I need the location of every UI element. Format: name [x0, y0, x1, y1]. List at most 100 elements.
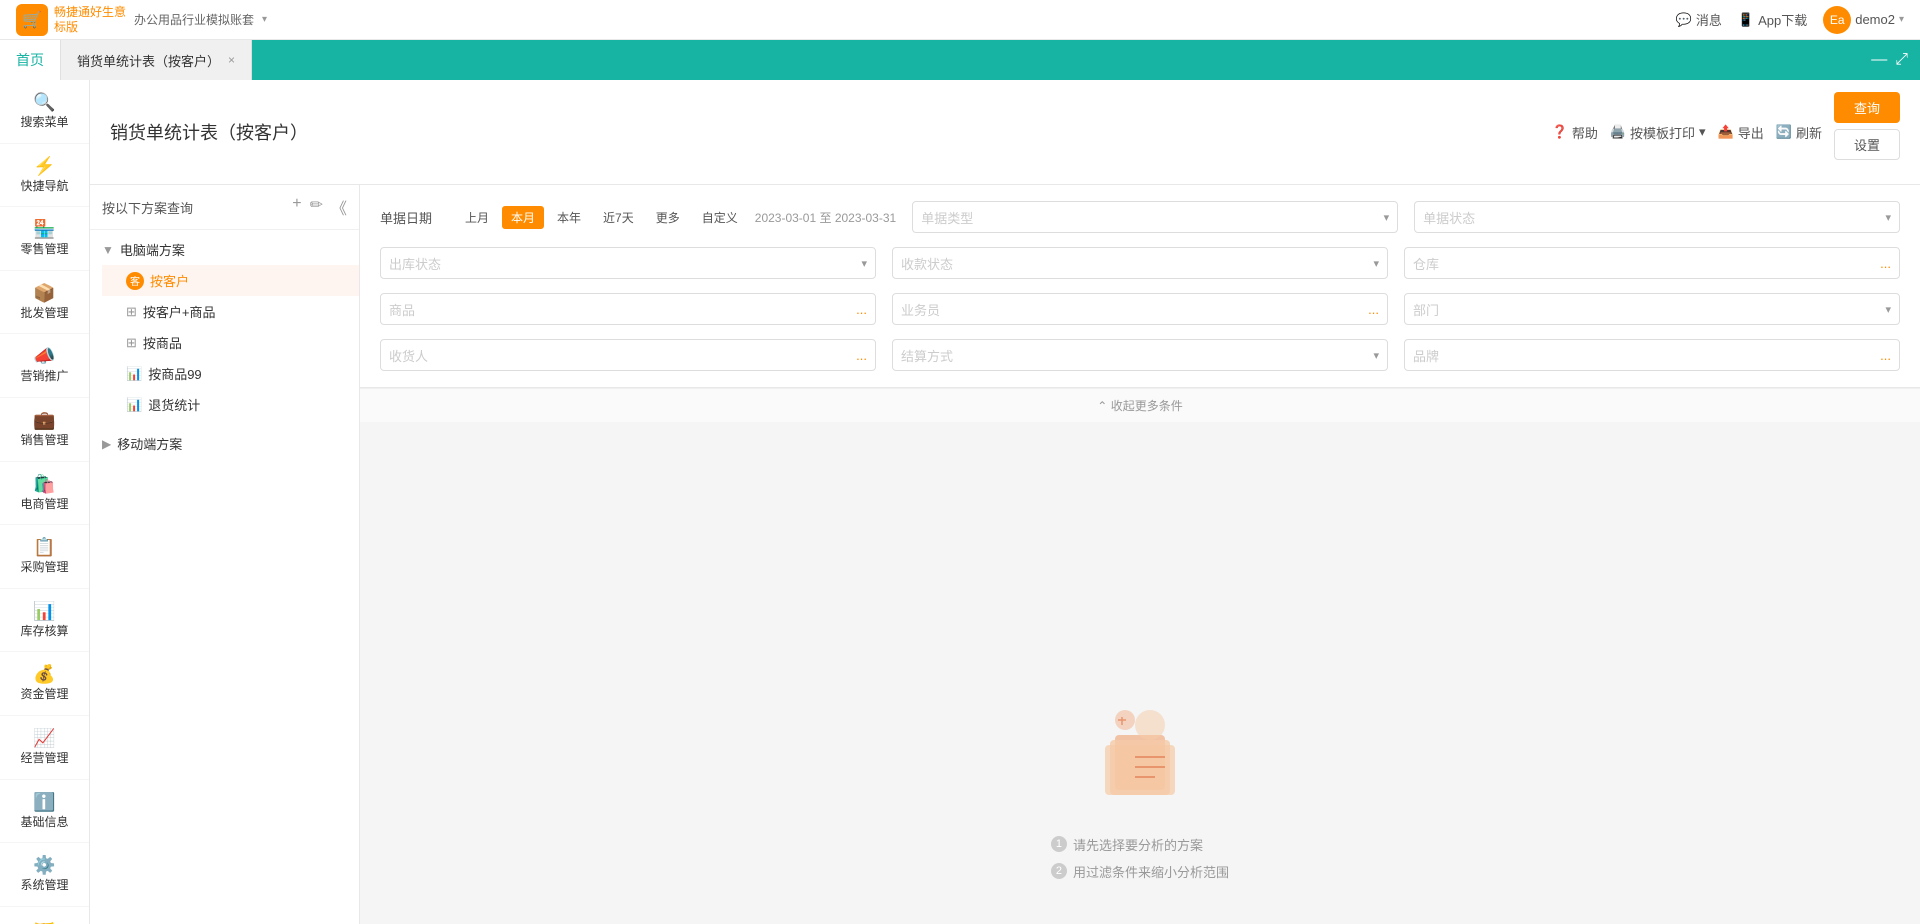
date-btn-last-month[interactable]: 上月 [456, 206, 498, 229]
doc-type-arrow: ▾ [1384, 211, 1390, 224]
content-area: 销货单统计表（按客户） ❓ 帮助 🖨️ 按模板打印 ▾ 📤 导出 🔄 刷新 [90, 80, 1920, 924]
filter-row-2: 出库状态 ▾ 收款状态 ▾ 仓库 ... [380, 247, 1900, 279]
message-btn[interactable]: 💬 消息 [1676, 10, 1722, 29]
dept-select[interactable]: 部门 ▾ [1404, 293, 1900, 325]
left-panel-collapse-btn[interactable]: 《 [331, 195, 347, 219]
sidebar-item-quick-nav[interactable]: ⚡ 快捷导航 [0, 144, 89, 208]
export-btn[interactable]: 📤 导出 [1718, 123, 1764, 142]
left-panel-header: 按以下方案查询 + ✏ 《 [90, 185, 359, 230]
operations-icon: 📈 [33, 728, 55, 749]
tree-item-label-product99: 按商品99 [148, 364, 201, 383]
ecommerce-icon: 🛍️ [33, 474, 55, 495]
date-btn-more[interactable]: 更多 [647, 206, 689, 229]
warehouse-ellipsis: ... [1880, 256, 1891, 271]
tab-active[interactable]: 销货单统计表（按客户） × [61, 40, 252, 80]
tree-parent-mobile[interactable]: ▶ 移动端方案 [90, 428, 359, 459]
settings-button[interactable]: 设置 [1834, 129, 1900, 160]
query-button[interactable]: 查询 [1834, 92, 1900, 123]
industry-dropdown-arrow[interactable]: ▾ [262, 14, 267, 25]
right-content: 单据日期 上月 本月 本年 近7天 更多 自定义 2023-03-01 至 20… [360, 185, 1920, 924]
consignee-ellipsis: ... [856, 348, 867, 363]
page-header: 销货单统计表（按客户） ❓ 帮助 🖨️ 按模板打印 ▾ 📤 导出 🔄 刷新 [90, 80, 1920, 185]
doc-status-select[interactable]: 单据状态 ▾ [1414, 201, 1900, 233]
user-avatar-btn[interactable]: Ea demo2 ▾ [1823, 6, 1904, 34]
tree-item-icon-grid2: ⊞ [126, 335, 137, 351]
mobile-section: ▶ 移动端方案 [90, 424, 359, 463]
receipt-status-label-text: 收款状态 [901, 254, 953, 273]
tree-item-return-stats[interactable]: 📊 退货统计 [102, 389, 359, 420]
finance-icon: 💰 [33, 664, 55, 685]
sidebar-item-sales[interactable]: 💼 销售管理 [0, 398, 89, 462]
doc-status-arrow: ▾ [1885, 211, 1891, 224]
tree-item-icon-bar1: 📊 [126, 366, 142, 382]
sidebar-item-system[interactable]: ⚙️ 系统管理 [0, 843, 89, 907]
brand-label-text: 品牌 [1413, 346, 1439, 365]
receipt-status-select[interactable]: 收款状态 ▾ [892, 247, 1388, 279]
tree-children-pc: 客 按客户 ⊞ 按客户+商品 ⊞ 按商品 📊 [90, 265, 359, 420]
empty-state: 1 请先选择要分析的方案 2 用过滤条件来缩小分析范围 [360, 422, 1920, 924]
sidebar-item-marketing[interactable]: 📣 营销推广 [0, 334, 89, 398]
sidebar-item-retail[interactable]: 🏪 零售管理 [0, 207, 89, 271]
sidebar-item-wholesale[interactable]: 📦 批发管理 [0, 271, 89, 335]
dept-arrow: ▾ [1885, 303, 1891, 316]
collapse-bar[interactable]: ⌃ 收起更多条件 [360, 388, 1920, 422]
date-btn-custom[interactable]: 自定义 [693, 206, 747, 229]
left-panel-icons: + ✏ 《 [292, 195, 347, 219]
tree-item-by-customer-product[interactable]: ⊞ 按客户+商品 [102, 296, 359, 327]
wholesale-icon: 📦 [33, 283, 55, 304]
app-download-btn[interactable]: 📱 App下载 [1738, 10, 1807, 29]
collapse-icon: ⌃ [1097, 399, 1110, 413]
page-actions: ❓ 帮助 🖨️ 按模板打印 ▾ 📤 导出 🔄 刷新 查询 [1552, 92, 1900, 184]
tab-home[interactable]: 首页 [0, 40, 61, 80]
sidebar-item-finance[interactable]: 💰 资金管理 [0, 652, 89, 716]
settle-method-select[interactable]: 结算方式 ▾ [892, 339, 1388, 371]
consignee-select[interactable]: 收货人 ... [380, 339, 876, 371]
tree-item-by-product99[interactable]: 📊 按商品99 [102, 358, 359, 389]
brand-select[interactable]: 品牌 ... [1404, 339, 1900, 371]
inventory-icon: 📊 [33, 601, 55, 622]
pc-section: ▼ 电脑端方案 客 按客户 ⊞ 按客户+商品 ⊞ [90, 230, 359, 424]
empty-tips: 1 请先选择要分析的方案 2 用过滤条件来缩小分析范围 [1051, 835, 1229, 889]
date-btn-this-month[interactable]: 本月 [502, 206, 544, 229]
top-bar: 🛒 畅捷通好生意 标版 办公用品行业模拟账套 ▾ 💬 消息 📱 App下载 Ea… [0, 0, 1920, 40]
tree-parent-pc[interactable]: ▼ 电脑端方案 [90, 234, 359, 265]
date-btn-last7[interactable]: 近7天 [594, 206, 643, 229]
out-status-label-text: 出库状态 [389, 254, 441, 273]
filter-area: 单据日期 上月 本月 本年 近7天 更多 自定义 2023-03-01 至 20… [360, 185, 1920, 388]
sidebar-item-basic-info[interactable]: ℹ️ 基础信息 [0, 780, 89, 844]
tab-maximize-btn[interactable]: ⤢ [1895, 51, 1908, 69]
refresh-btn[interactable]: 🔄 刷新 [1776, 123, 1822, 142]
warehouse-select[interactable]: 仓库 ... [1404, 247, 1900, 279]
sidebar-item-search-menu[interactable]: 🔍 搜索菜单 [0, 80, 89, 144]
tip-text-1: 请先选择要分析的方案 [1073, 835, 1203, 854]
sidebar-item-enterprise[interactable]: 🤝 企业协同 [0, 907, 89, 924]
logo-text: 畅捷通好生意 标版 [54, 5, 126, 34]
sidebar-item-inventory[interactable]: 📊 库存核算 [0, 589, 89, 653]
doc-type-select[interactable]: 单据类型 ▾ [912, 201, 1398, 233]
print-btn[interactable]: 🖨️ 按模板打印 ▾ [1610, 123, 1706, 142]
sidebar-item-ecommerce[interactable]: 🛍️ 电商管理 [0, 462, 89, 526]
left-panel-add-btn[interactable]: + [292, 195, 301, 219]
query-area: 查询 设置 [1834, 92, 1900, 172]
date-btn-this-year[interactable]: 本年 [548, 206, 590, 229]
tab-minimize-btn[interactable]: — [1871, 51, 1887, 69]
salesperson-select[interactable]: 业务员 ... [892, 293, 1388, 325]
left-panel-title: 按以下方案查询 [102, 198, 193, 217]
search-menu-icon: 🔍 [33, 92, 55, 113]
basic-info-icon: ℹ️ [33, 792, 55, 813]
help-btn[interactable]: ❓ 帮助 [1552, 123, 1598, 142]
sidebar-item-operations[interactable]: 📈 经营管理 [0, 716, 89, 780]
tree-item-by-product[interactable]: ⊞ 按商品 [102, 327, 359, 358]
app-download-icon: 📱 [1738, 12, 1754, 28]
top-bar-right: 💬 消息 📱 App下载 Ea demo2 ▾ [1676, 6, 1904, 34]
out-status-select[interactable]: 出库状态 ▾ [380, 247, 876, 279]
tab-close-btn[interactable]: × [228, 53, 235, 67]
left-panel-edit-btn[interactable]: ✏ [310, 195, 323, 219]
tree-parent-label-mobile: 移动端方案 [117, 434, 182, 453]
product-select[interactable]: 商品 ... [380, 293, 876, 325]
tree-item-label-customer: 按客户 [150, 271, 189, 290]
sidebar-item-purchase[interactable]: 📋 采购管理 [0, 525, 89, 589]
tree-item-by-customer[interactable]: 客 按客户 [102, 265, 359, 296]
product-label-text: 商品 [389, 300, 415, 319]
page-title: 销货单统计表（按客户） [110, 119, 308, 157]
